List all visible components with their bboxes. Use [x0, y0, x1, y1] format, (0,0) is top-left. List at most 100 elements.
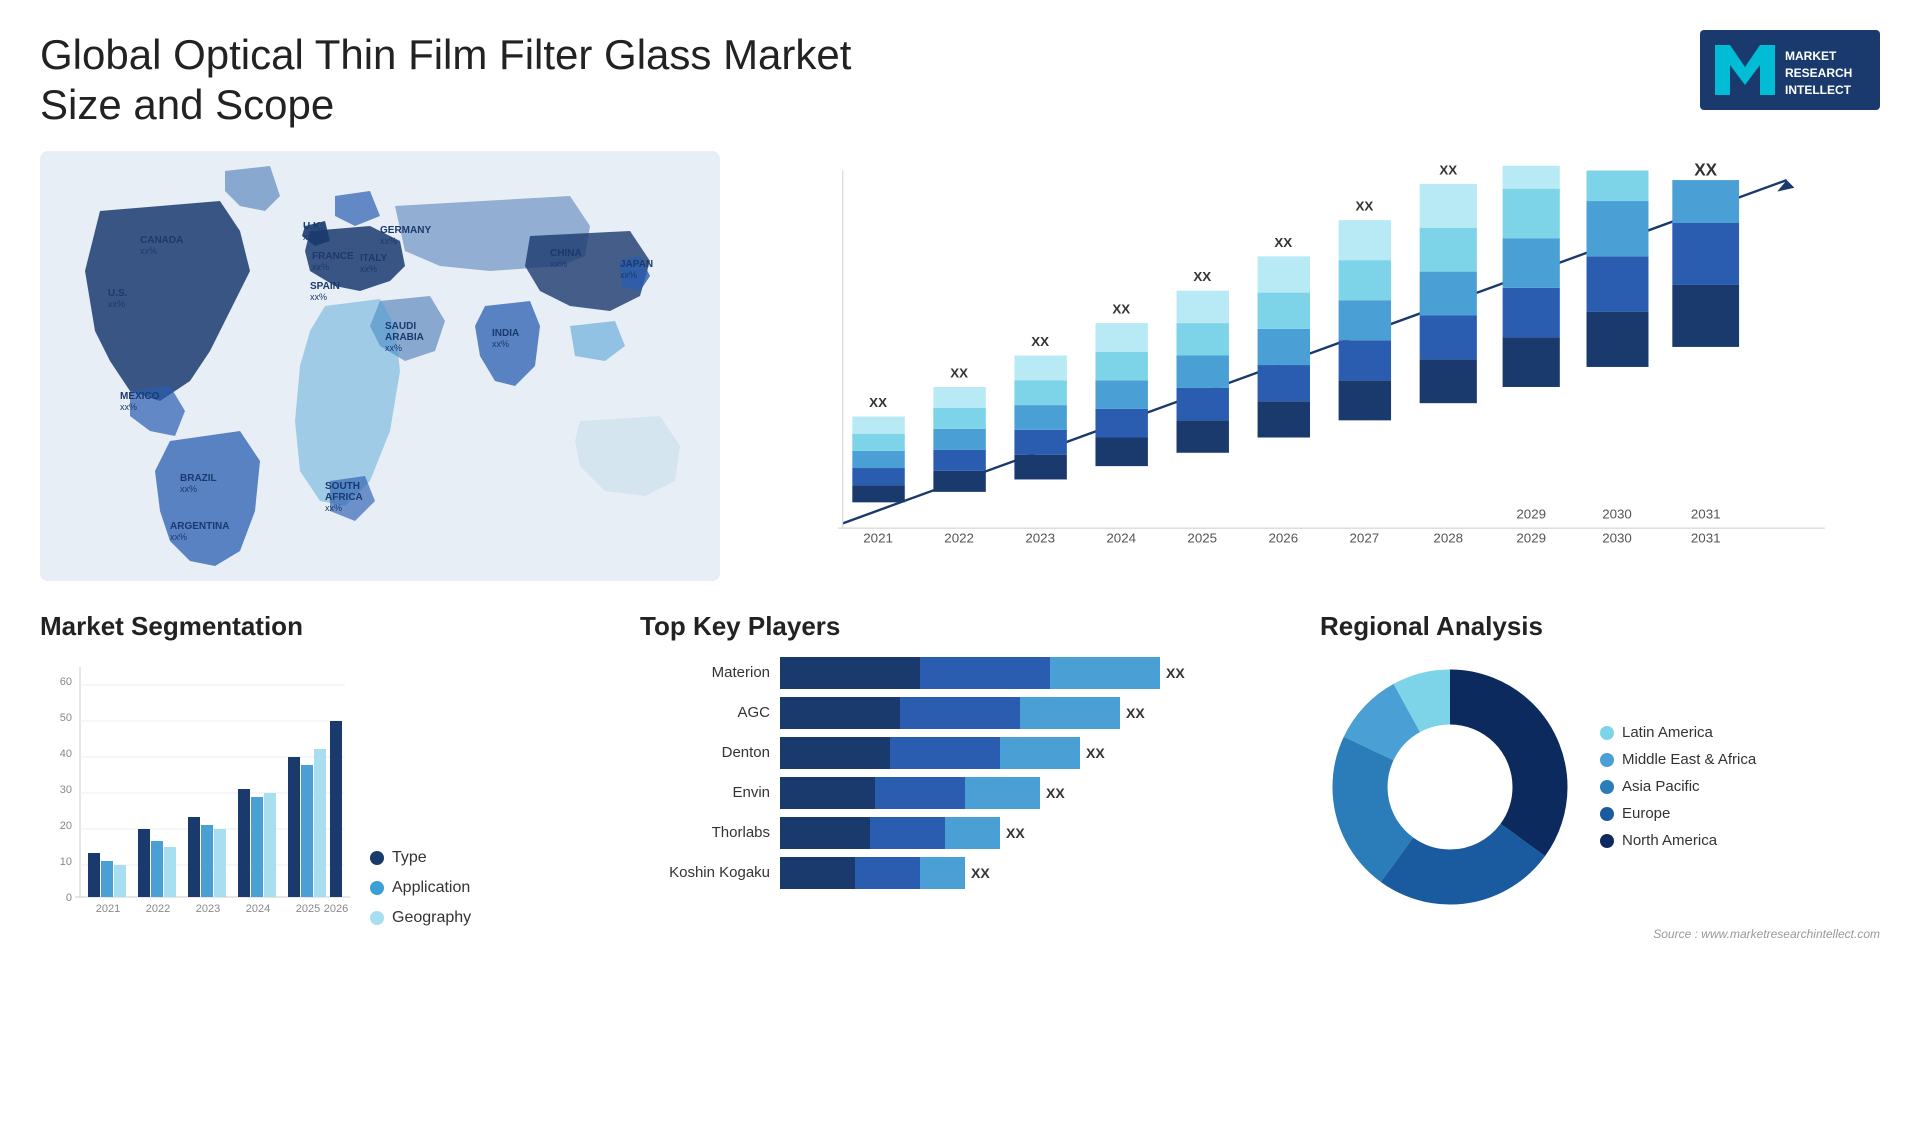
legend-item-type: Type [370, 849, 471, 867]
svg-text:2029: 2029 [1516, 506, 1546, 521]
player-bar-agc: XX [780, 697, 1300, 729]
svg-text:xx%: xx% [620, 270, 637, 280]
regional-label-northam: North America [1622, 832, 1717, 849]
logo-area: MARKET RESEARCH INTELLECT [1700, 30, 1880, 110]
svg-text:U.K.: U.K. [303, 221, 323, 232]
player-xx-denton: XX [1086, 745, 1105, 761]
svg-text:BRAZIL: BRAZIL [180, 473, 217, 484]
svg-text:INTELLECT: INTELLECT [1785, 83, 1852, 97]
svg-text:GERMANY: GERMANY [380, 225, 431, 236]
svg-text:CHINA: CHINA [550, 248, 582, 259]
regional-label-europe: Europe [1622, 805, 1670, 822]
svg-text:2027: 2027 [1350, 530, 1380, 545]
svg-text:RESEARCH: RESEARCH [1785, 66, 1852, 80]
player-row-thorlabs: Thorlabs XX [640, 817, 1300, 849]
svg-text:xx%: xx% [180, 484, 197, 494]
svg-text:ARGENTINA: ARGENTINA [170, 521, 229, 532]
svg-text:XX: XX [1112, 301, 1130, 316]
legend-label-geography: Geography [392, 909, 471, 927]
svg-text:2025: 2025 [296, 903, 320, 915]
legend-dot-geography [370, 911, 384, 925]
svg-text:SAUDI: SAUDI [385, 321, 416, 332]
svg-text:2030: 2030 [1602, 506, 1632, 521]
player-name-koshin: Koshin Kogaku [640, 864, 770, 881]
svg-text:xx%: xx% [108, 299, 125, 309]
regional-label-apac: Asia Pacific [1622, 778, 1700, 795]
regional-dot-apac [1600, 780, 1614, 794]
player-bar-denton: XX [780, 737, 1300, 769]
players-section: Top Key Players Materion XX [640, 611, 1300, 941]
seg-chart-area: 0 10 20 30 40 50 60 [40, 657, 620, 927]
svg-text:MEXICO: MEXICO [120, 391, 160, 402]
svg-text:50: 50 [60, 712, 72, 724]
svg-text:2025: 2025 [1187, 530, 1217, 545]
player-bar-envin: XX [780, 777, 1300, 809]
player-row-agc: AGC XX [640, 697, 1300, 729]
main-content: CANADA xx% U.S. xx% MEXICO xx% BRAZIL xx… [40, 151, 1880, 941]
svg-text:JAPAN: JAPAN [620, 259, 653, 270]
player-name-materion: Materion [640, 664, 770, 681]
svg-text:2021: 2021 [863, 530, 893, 545]
svg-text:2022: 2022 [944, 530, 974, 545]
bar-chart-section: XX XX XX XX [740, 151, 1880, 581]
player-xx-envin: XX [1046, 785, 1065, 801]
player-name-denton: Denton [640, 744, 770, 761]
header: Global Optical Thin Film Filter Glass Ma… [40, 30, 1880, 131]
regional-section: Regional Analysis [1320, 611, 1880, 941]
svg-text:INDIA: INDIA [492, 328, 519, 339]
svg-text:60: 60 [60, 676, 72, 688]
svg-text:MARKET: MARKET [1785, 49, 1837, 63]
svg-text:2024: 2024 [1106, 530, 1136, 545]
legend-item-application: Application [370, 879, 471, 897]
svg-text:2026: 2026 [1268, 530, 1298, 545]
segmentation-chart: 0 10 20 30 40 50 60 [40, 657, 350, 927]
svg-text:XX: XX [950, 365, 968, 380]
svg-text:XX: XX [1274, 235, 1292, 250]
svg-text:ARABIA: ARABIA [385, 332, 424, 343]
regional-legend-apac: Asia Pacific [1600, 778, 1756, 795]
svg-text:xx%: xx% [303, 232, 320, 242]
legend-dot-application [370, 881, 384, 895]
page-container: Global Optical Thin Film Filter Glass Ma… [0, 0, 1920, 1146]
player-xx-agc: XX [1126, 705, 1145, 721]
player-row-envin: Envin XX [640, 777, 1300, 809]
regional-title: Regional Analysis [1320, 611, 1880, 642]
segmentation-title: Market Segmentation [40, 611, 620, 642]
svg-text:2023: 2023 [196, 903, 220, 915]
player-row-materion: Materion XX [640, 657, 1300, 689]
svg-text:U.S.: U.S. [108, 288, 128, 299]
svg-text:10: 10 [60, 856, 72, 868]
svg-text:xx%: xx% [120, 402, 137, 412]
world-map-svg: CANADA xx% U.S. xx% MEXICO xx% BRAZIL xx… [40, 151, 720, 581]
seg-legend: Type Application Geography [370, 829, 471, 927]
svg-text:XX: XX [1193, 269, 1211, 284]
regional-dot-mea [1600, 753, 1614, 767]
player-name-thorlabs: Thorlabs [640, 824, 770, 841]
legend-label-type: Type [392, 849, 427, 867]
svg-text:2023: 2023 [1025, 530, 1055, 545]
svg-text:XX: XX [1694, 161, 1717, 179]
bar-chart-svg: XX XX XX XX [760, 161, 1860, 571]
svg-text:2024: 2024 [246, 903, 270, 915]
svg-text:xx%: xx% [325, 503, 342, 513]
segmentation-section: Market Segmentation 0 10 20 30 40 50 [40, 611, 620, 941]
svg-text:20: 20 [60, 820, 72, 832]
regional-dot-europe [1600, 807, 1614, 821]
svg-text:SPAIN: SPAIN [310, 281, 340, 292]
players-list: Materion XX AGC [640, 657, 1300, 889]
svg-text:FRANCE: FRANCE [312, 251, 354, 262]
page-title: Global Optical Thin Film Filter Glass Ma… [40, 30, 940, 131]
regional-dot-northam [1600, 834, 1614, 848]
regional-label-mea: Middle East & Africa [1622, 751, 1756, 768]
svg-text:2022: 2022 [146, 903, 170, 915]
svg-text:xx%: xx% [380, 236, 397, 246]
svg-text:xx%: xx% [492, 339, 509, 349]
donut-chart-svg [1320, 657, 1580, 917]
svg-text:xx%: xx% [360, 264, 377, 274]
players-title: Top Key Players [640, 611, 1300, 642]
player-row-denton: Denton XX [640, 737, 1300, 769]
svg-text:2026: 2026 [324, 903, 348, 915]
player-xx-koshin: XX [971, 865, 990, 881]
svg-text:ITALY: ITALY [360, 253, 388, 264]
player-xx-thorlabs: XX [1006, 825, 1025, 841]
